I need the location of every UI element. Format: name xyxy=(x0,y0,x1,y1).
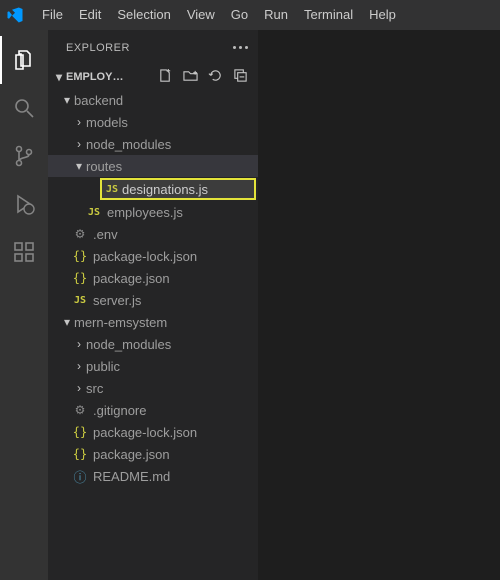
folder-backend[interactable]: ▾backend xyxy=(48,89,258,111)
json-file-icon: {} xyxy=(72,270,88,286)
chevron-down-icon: ▾ xyxy=(52,70,66,84)
vscode-logo-icon xyxy=(6,6,24,24)
explorer-title: EXPLORER xyxy=(66,42,130,54)
folder-label: models xyxy=(86,115,128,130)
workspace-section-header[interactable]: ▾ EMPLOY… xyxy=(48,65,258,89)
menu-view[interactable]: View xyxy=(179,0,223,30)
chevron-right-icon: › xyxy=(72,115,86,129)
folder-label: backend xyxy=(74,93,123,108)
explorer-header: EXPLORER xyxy=(48,30,258,65)
menu-run[interactable]: Run xyxy=(256,0,296,30)
file-label: .gitignore xyxy=(93,403,146,418)
file-package-json-2[interactable]: {} package.json xyxy=(48,443,258,465)
new-file-input[interactable] xyxy=(122,182,258,197)
folder-src[interactable]: ›src xyxy=(48,377,258,399)
refresh-icon[interactable] xyxy=(208,68,223,86)
folder-label: routes xyxy=(86,159,122,174)
activity-source-control[interactable] xyxy=(0,132,48,180)
json-file-icon: {} xyxy=(72,446,88,462)
activity-bar xyxy=(0,30,48,580)
file-label: employees.js xyxy=(107,205,183,220)
folder-label: public xyxy=(86,359,120,374)
files-icon xyxy=(12,48,36,72)
file-label: package.json xyxy=(93,447,170,462)
folder-node-modules[interactable]: ›node_modules xyxy=(48,133,258,155)
folder-routes[interactable]: ▾routes xyxy=(48,155,258,177)
menu-terminal[interactable]: Terminal xyxy=(296,0,361,30)
js-file-icon: JS xyxy=(106,184,118,195)
js-file-icon: JS xyxy=(86,204,102,220)
folder-node-modules-2[interactable]: ›node_modules xyxy=(48,333,258,355)
folder-mern-emsystem[interactable]: ▾mern-emsystem xyxy=(48,311,258,333)
editor-area xyxy=(258,30,500,580)
new-folder-icon[interactable] xyxy=(183,68,198,86)
json-file-icon: {} xyxy=(72,424,88,440)
menu-edit[interactable]: Edit xyxy=(71,0,109,30)
chevron-right-icon: › xyxy=(72,381,86,395)
main-area: EXPLORER ▾ EMPLOY… ▾backend ›models ›nod… xyxy=(0,30,500,580)
js-file-icon: JS xyxy=(72,292,88,308)
workspace-name: EMPLOY… xyxy=(66,71,123,83)
file-tree: ▾backend ›models ›node_modules ▾routes J… xyxy=(48,89,258,580)
collapse-all-icon[interactable] xyxy=(233,68,248,86)
file-label: .env xyxy=(93,227,118,242)
info-icon: ⓘ xyxy=(72,468,88,484)
file-label: package.json xyxy=(93,271,170,286)
activity-explorer[interactable] xyxy=(0,36,48,84)
chevron-right-icon: › xyxy=(72,337,86,351)
file-package-lock-json[interactable]: {} package-lock.json xyxy=(48,245,258,267)
file-employees-js[interactable]: JS employees.js xyxy=(48,201,258,223)
file-label: server.js xyxy=(93,293,141,308)
folder-public[interactable]: ›public xyxy=(48,355,258,377)
search-icon xyxy=(12,96,36,120)
activity-extensions[interactable] xyxy=(0,228,48,276)
branch-icon xyxy=(12,144,36,168)
menu-help[interactable]: Help xyxy=(361,0,404,30)
file-env[interactable]: ⚙ .env xyxy=(48,223,258,245)
menu-go[interactable]: Go xyxy=(223,0,256,30)
file-package-json[interactable]: {} package.json xyxy=(48,267,258,289)
explorer-more-icon[interactable] xyxy=(233,46,248,49)
folder-label: mern-emsystem xyxy=(74,315,167,330)
file-package-lock-json-2[interactable]: {} package-lock.json xyxy=(48,421,258,443)
chevron-right-icon: › xyxy=(72,359,86,373)
file-label: README.md xyxy=(93,469,170,484)
chevron-down-icon: ▾ xyxy=(72,159,86,173)
folder-label: src xyxy=(86,381,103,396)
file-readme-md[interactable]: ⓘ README.md xyxy=(48,465,258,487)
file-gitignore[interactable]: ⚙ .gitignore xyxy=(48,399,258,421)
new-file-icon[interactable] xyxy=(158,68,173,86)
play-bug-icon xyxy=(12,192,36,216)
folder-models[interactable]: ›models xyxy=(48,111,258,133)
gear-icon: ⚙ xyxy=(72,226,88,242)
menu-file[interactable]: File xyxy=(34,0,71,30)
chevron-right-icon: › xyxy=(72,137,86,151)
folder-label: node_modules xyxy=(86,137,171,152)
explorer-sidebar: EXPLORER ▾ EMPLOY… ▾backend ›models ›nod… xyxy=(48,30,258,580)
chevron-down-icon: ▾ xyxy=(60,315,74,329)
json-file-icon: {} xyxy=(72,248,88,264)
file-label: package-lock.json xyxy=(93,249,197,264)
extensions-icon xyxy=(12,240,36,264)
activity-search[interactable] xyxy=(0,84,48,132)
gear-icon: ⚙ xyxy=(72,402,88,418)
new-file-row: JS xyxy=(48,177,258,201)
title-bar: File Edit Selection View Go Run Terminal… xyxy=(0,0,500,30)
chevron-down-icon: ▾ xyxy=(60,93,74,107)
file-server-js[interactable]: JS server.js xyxy=(48,289,258,311)
menu-selection[interactable]: Selection xyxy=(109,0,178,30)
activity-run-debug[interactable] xyxy=(0,180,48,228)
new-file-input-box: JS xyxy=(100,178,256,200)
folder-label: node_modules xyxy=(86,337,171,352)
file-label: package-lock.json xyxy=(93,425,197,440)
